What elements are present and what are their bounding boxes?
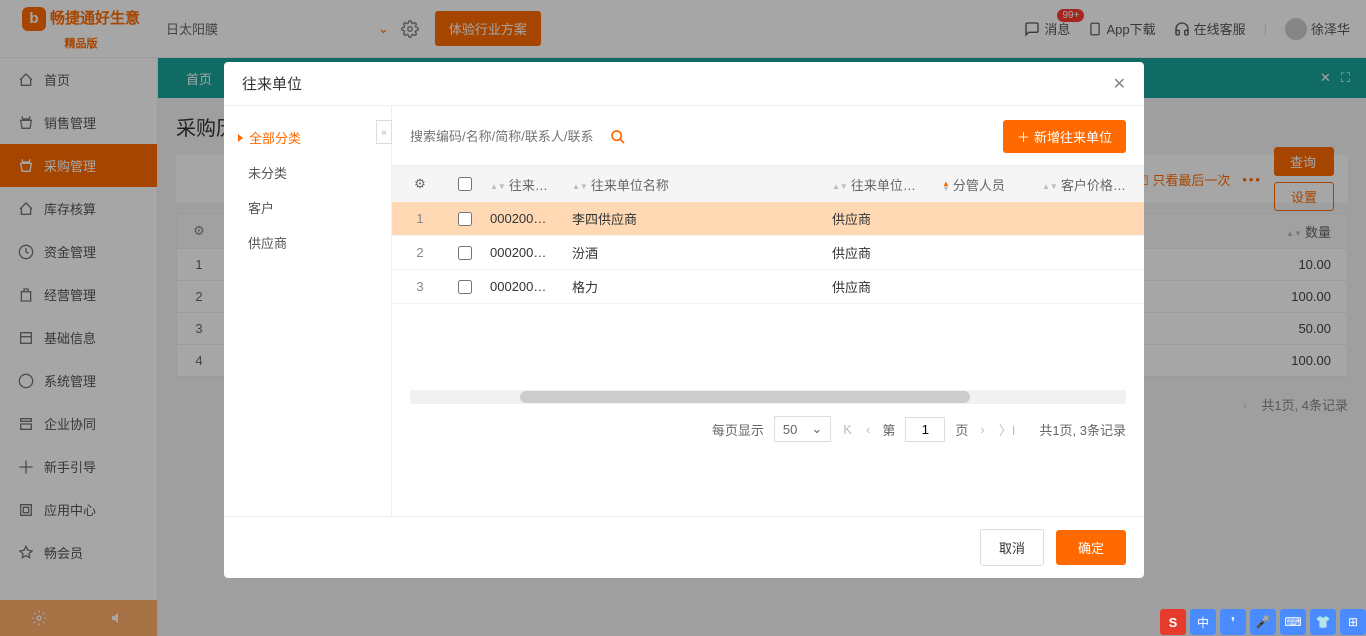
category-all[interactable]: 全部分类 bbox=[224, 120, 391, 155]
horizontal-scrollbar[interactable] bbox=[410, 390, 1126, 404]
ok-button[interactable]: 确定 bbox=[1056, 530, 1126, 565]
sort-icon[interactable]: ▲▼ bbox=[942, 181, 950, 191]
modal-table: ⚙ ▲▼往来… ▲▼往来单位名称 ▲▼往来单位… ▲▼分管人员 ▲▼客户价格… … bbox=[392, 165, 1144, 304]
ime-mic-icon[interactable]: 🎤 bbox=[1250, 609, 1276, 635]
modal-content: ＋新增往来单位 ⚙ ▲▼往来… ▲▼往来单位名称 ▲▼往来单位… ▲▼分管人员 … bbox=[392, 106, 1144, 516]
scrollbar-thumb[interactable] bbox=[520, 391, 970, 403]
close-icon[interactable]: ✕ bbox=[1113, 74, 1126, 94]
cancel-button[interactable]: 取消 bbox=[980, 529, 1044, 566]
partner-modal: 往来单位 ✕ 全部分类 未分类 客户 供应商 « ＋新增往来单位 ⚙ ▲▼往来…… bbox=[224, 62, 1144, 578]
modal-category-panel: 全部分类 未分类 客户 供应商 « bbox=[224, 106, 392, 516]
add-partner-button[interactable]: ＋新增往来单位 bbox=[1003, 120, 1126, 153]
ime-logo-icon[interactable]: S bbox=[1160, 609, 1186, 635]
table-header: ⚙ ▲▼往来… ▲▼往来单位名称 ▲▼往来单位… ▲▼分管人员 ▲▼客户价格… bbox=[392, 166, 1144, 202]
search-icon[interactable] bbox=[610, 129, 626, 145]
sort-icon[interactable]: ▲▼ bbox=[832, 184, 848, 189]
row-checkbox[interactable] bbox=[458, 246, 472, 260]
gear-icon[interactable]: ⚙ bbox=[392, 176, 448, 192]
category-supplier[interactable]: 供应商 bbox=[224, 225, 391, 260]
page-prev-icon[interactable]: ‹ bbox=[864, 422, 872, 437]
modal-title: 往来单位 bbox=[242, 73, 302, 94]
row-checkbox[interactable] bbox=[458, 212, 472, 226]
modal-header: 往来单位 ✕ bbox=[224, 62, 1144, 106]
sort-icon[interactable]: ▲▼ bbox=[490, 184, 506, 189]
per-page-select[interactable]: 50⌄ bbox=[774, 416, 831, 442]
category-customer[interactable]: 客户 bbox=[224, 190, 391, 225]
ime-lang-button[interactable]: 中 bbox=[1190, 609, 1216, 635]
ime-punct-icon[interactable]: ❜ bbox=[1220, 609, 1246, 635]
ime-toolbar: S 中 ❜ 🎤 ⌨ 👕 ⊞ bbox=[1160, 608, 1366, 636]
select-all-checkbox[interactable] bbox=[458, 177, 472, 191]
search-input[interactable] bbox=[410, 125, 600, 149]
ime-toolbox-icon[interactable]: ⊞ bbox=[1340, 609, 1366, 635]
table-row[interactable]: 3000200…格力供应商 bbox=[392, 270, 1144, 304]
plus-icon: ＋ bbox=[1017, 127, 1030, 146]
page-first-icon[interactable]: K bbox=[841, 422, 854, 437]
ime-skin-icon[interactable]: 👕 bbox=[1310, 609, 1336, 635]
sort-icon[interactable]: ▲▼ bbox=[572, 184, 588, 189]
sort-icon[interactable]: ▲▼ bbox=[1042, 184, 1058, 189]
modal-pager: 每页显示 50⌄ K ‹ 第 页 › 〉I 共1页, 3条记录 bbox=[392, 404, 1144, 454]
modal-footer: 取消 确定 bbox=[224, 516, 1144, 578]
page-input[interactable] bbox=[905, 417, 945, 442]
page-next-icon[interactable]: › bbox=[978, 422, 986, 437]
page-last-icon[interactable]: 〉I bbox=[997, 420, 1018, 439]
table-row[interactable]: 1000200…李四供应商供应商 bbox=[392, 202, 1144, 236]
collapse-panel-icon[interactable]: « bbox=[376, 120, 392, 144]
row-checkbox[interactable] bbox=[458, 280, 472, 294]
ime-keyboard-icon[interactable]: ⌨ bbox=[1280, 609, 1306, 635]
category-uncategorized[interactable]: 未分类 bbox=[224, 155, 391, 190]
chevron-down-icon: ⌄ bbox=[811, 421, 822, 437]
modal-search-bar: ＋新增往来单位 bbox=[392, 120, 1144, 165]
table-row[interactable]: 2000200…汾酒供应商 bbox=[392, 236, 1144, 270]
